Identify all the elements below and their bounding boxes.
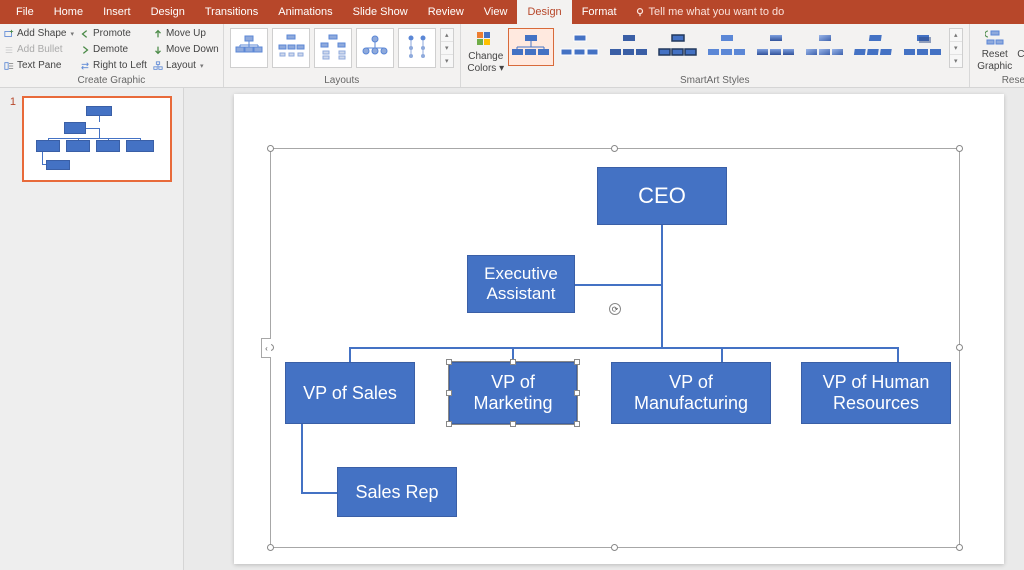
layout-button[interactable]: Layout▾ bbox=[153, 58, 219, 73]
org-box-vp-hr[interactable]: VP of HumanResources bbox=[801, 362, 951, 424]
layout-icon bbox=[153, 61, 163, 71]
demote-button[interactable]: Demote bbox=[80, 42, 147, 57]
org-box-vp-manufacturing[interactable]: VP ofManufacturing bbox=[611, 362, 771, 424]
convert-button[interactable]: Convert ▾ bbox=[1018, 28, 1024, 69]
style-option-1[interactable] bbox=[508, 28, 554, 66]
ribbon: Add Shape▾ Add Bullet Text Pane Promote bbox=[0, 24, 1024, 88]
org-box-sales-rep[interactable]: Sales Rep bbox=[337, 467, 457, 517]
text-pane-icon bbox=[4, 61, 14, 71]
smartart-frame[interactable]: ⟳ ‹ CEO ExecutiveAssistant bbox=[270, 148, 960, 548]
org-box-vp-sales[interactable]: VP of Sales bbox=[285, 362, 415, 424]
reset-graphic-icon bbox=[985, 28, 1005, 48]
group-label-layouts: Layouts bbox=[228, 73, 456, 87]
move-down-icon bbox=[153, 45, 163, 55]
add-bullet-icon bbox=[4, 45, 14, 55]
chevron-up-icon[interactable]: ▴ bbox=[441, 29, 453, 42]
menu-bar: File Home Insert Design Transitions Anim… bbox=[0, 0, 1024, 24]
style-option-6[interactable] bbox=[753, 28, 799, 66]
style-option-7[interactable] bbox=[802, 28, 848, 66]
chevron-up-icon[interactable]: ▴ bbox=[950, 29, 962, 42]
menu-tab-animations[interactable]: Animations bbox=[268, 0, 342, 24]
group-create-graphic: Add Shape▾ Add Bullet Text Pane Promote bbox=[0, 24, 224, 87]
group-label-create-graphic: Create Graphic bbox=[4, 73, 219, 87]
reset-graphic-button[interactable]: Reset Graphic bbox=[978, 28, 1012, 72]
context-tab-design[interactable]: Design bbox=[517, 0, 571, 24]
add-shape-button[interactable]: Add Shape▾ bbox=[4, 26, 74, 41]
org-box-vp-marketing[interactable]: VP ofMarketing bbox=[449, 362, 577, 424]
tell-me[interactable]: Tell me what you want to do bbox=[627, 6, 793, 18]
slide-thumbnail-panel: 1 bbox=[0, 88, 184, 570]
thumbnail-number: 1 bbox=[6, 96, 16, 182]
move-up-button[interactable]: Move Up bbox=[153, 26, 219, 41]
menu-tab-slide-show[interactable]: Slide Show bbox=[343, 0, 418, 24]
text-pane-toggle[interactable]: ‹ bbox=[261, 338, 271, 358]
chevron-dropdown-icon[interactable]: ▾ bbox=[950, 55, 962, 67]
style-option-2[interactable] bbox=[557, 28, 603, 66]
slide-thumbnail-1[interactable] bbox=[22, 96, 172, 182]
layout-option-1[interactable] bbox=[230, 28, 268, 68]
menu-tab-review[interactable]: Review bbox=[418, 0, 474, 24]
promote-button[interactable]: Promote bbox=[80, 26, 147, 41]
chevron-down-icon[interactable]: ▾ bbox=[950, 42, 962, 55]
group-label-reset: Reset bbox=[974, 73, 1024, 87]
layouts-gallery-scroll[interactable]: ▴ ▾ ▾ bbox=[440, 28, 454, 68]
menu-tab-insert[interactable]: Insert bbox=[93, 0, 141, 24]
group-label-smartart-styles: SmartArt Styles bbox=[465, 74, 965, 87]
promote-icon bbox=[80, 29, 90, 39]
right-to-left-icon bbox=[80, 61, 90, 71]
add-shape-icon bbox=[4, 29, 14, 39]
lightbulb-icon bbox=[635, 7, 645, 17]
menu-tab-home[interactable]: Home bbox=[44, 0, 93, 24]
slide-canvas[interactable]: ⟳ ‹ CEO ExecutiveAssistant bbox=[234, 94, 1004, 564]
layout-option-3[interactable] bbox=[314, 28, 352, 68]
style-option-4[interactable] bbox=[655, 28, 701, 66]
group-layouts: ▴ ▾ ▾ Layouts bbox=[224, 24, 461, 87]
styles-gallery-scroll[interactable]: ▴ ▾ ▾ bbox=[949, 28, 963, 68]
style-option-9[interactable] bbox=[900, 28, 946, 66]
workspace: 1 bbox=[0, 88, 1024, 570]
menu-tab-transitions[interactable]: Transitions bbox=[195, 0, 268, 24]
org-chart: CEO ExecutiveAssistant VP of Sales VP of… bbox=[271, 149, 959, 547]
layout-option-2[interactable] bbox=[272, 28, 310, 68]
layout-option-5[interactable] bbox=[398, 28, 436, 68]
org-box-ceo[interactable]: CEO bbox=[597, 167, 727, 225]
move-up-icon bbox=[153, 29, 163, 39]
move-down-button[interactable]: Move Down bbox=[153, 42, 219, 57]
style-option-8[interactable] bbox=[851, 28, 897, 66]
style-option-3[interactable] bbox=[606, 28, 652, 66]
demote-icon bbox=[80, 45, 90, 55]
style-option-5[interactable] bbox=[704, 28, 750, 66]
org-box-executive-assistant[interactable]: ExecutiveAssistant bbox=[467, 255, 575, 313]
menu-tab-file[interactable]: File bbox=[6, 0, 44, 24]
chevron-dropdown-icon[interactable]: ▾ bbox=[441, 55, 453, 67]
right-to-left-button[interactable]: Right to Left bbox=[80, 58, 147, 73]
layout-option-4[interactable] bbox=[356, 28, 394, 68]
group-reset: Reset Graphic Convert ▾ Reset bbox=[970, 24, 1024, 87]
menu-tab-view[interactable]: View bbox=[474, 0, 518, 24]
add-bullet-button: Add Bullet bbox=[4, 42, 74, 57]
context-tab-format[interactable]: Format bbox=[572, 0, 627, 24]
tell-me-label: Tell me what you want to do bbox=[649, 6, 785, 18]
menu-tab-design[interactable]: Design bbox=[141, 0, 195, 24]
group-smartart-styles: Change Colors ▾ bbox=[461, 24, 970, 87]
change-colors-button[interactable]: Change Colors ▾ bbox=[467, 28, 505, 74]
change-colors-icon bbox=[475, 30, 497, 50]
text-pane-button[interactable]: Text Pane bbox=[4, 58, 74, 73]
chevron-down-icon[interactable]: ▾ bbox=[441, 42, 453, 55]
slide-editor[interactable]: ⟳ ‹ CEO ExecutiveAssistant bbox=[184, 88, 1024, 570]
